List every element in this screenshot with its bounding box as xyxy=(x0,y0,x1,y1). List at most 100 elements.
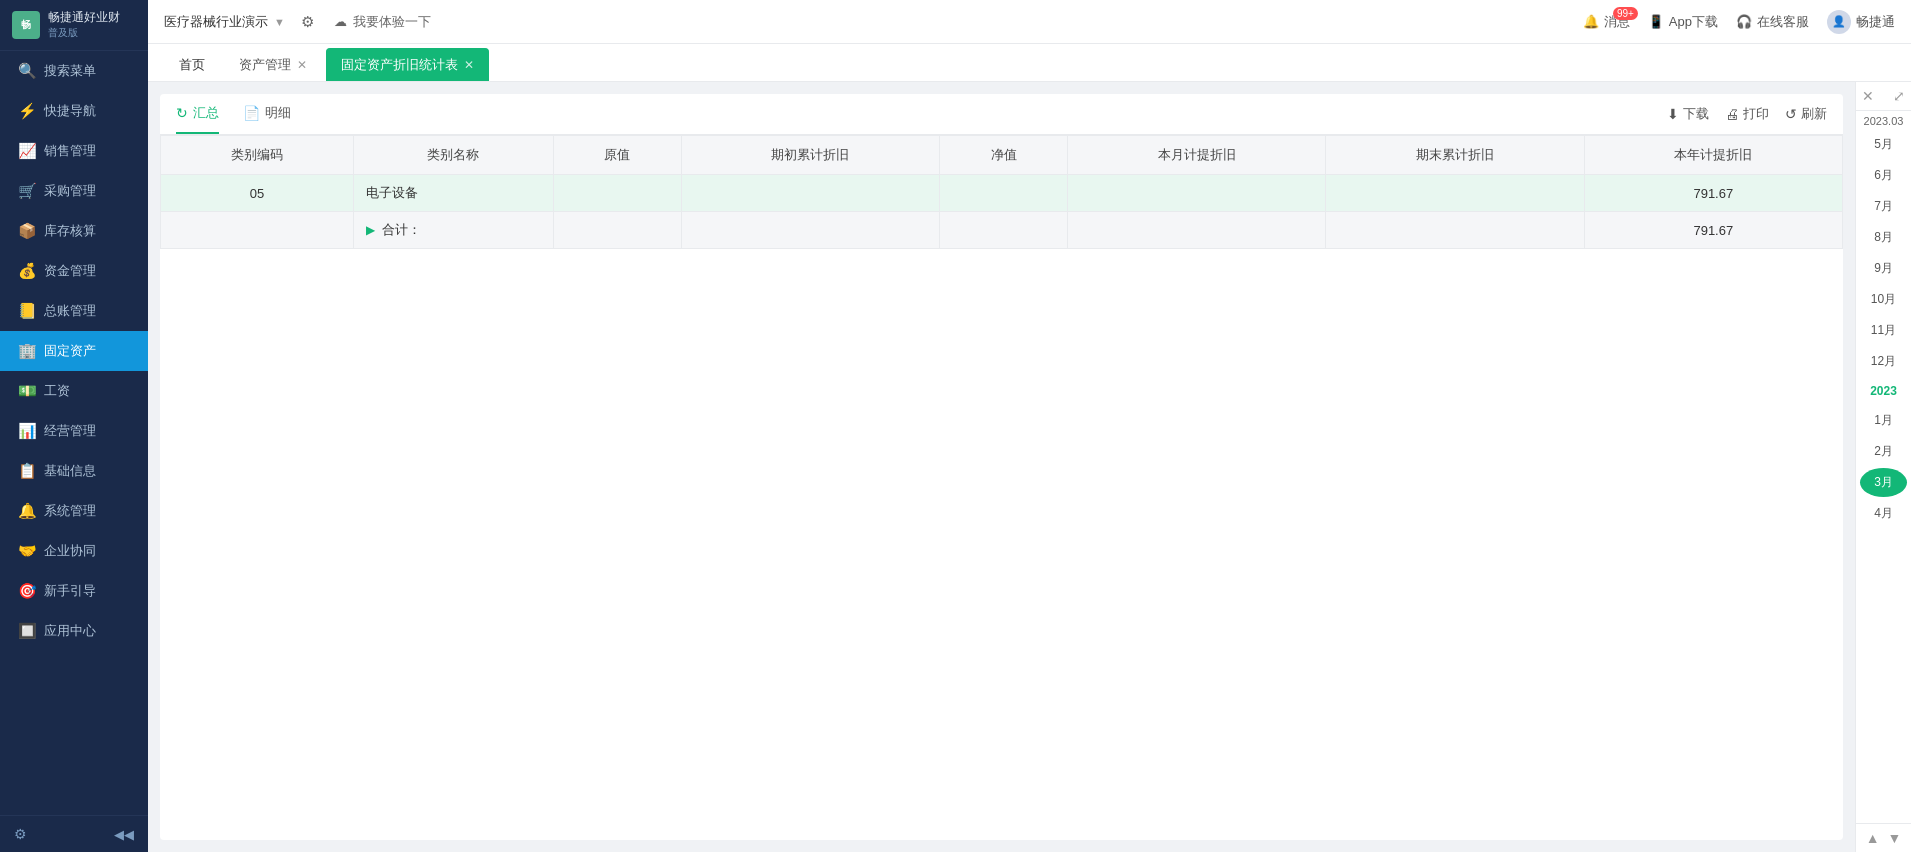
cell-original-value xyxy=(553,175,681,212)
experience-button[interactable]: ☁ 我要体验一下 xyxy=(334,13,431,31)
date-panel-close-icon[interactable]: ✕ xyxy=(1862,88,1874,104)
date-month[interactable]: 7月 xyxy=(1860,192,1907,221)
date-nav-up-icon[interactable]: ▲ xyxy=(1866,830,1880,846)
date-month[interactable]: 10月 xyxy=(1860,285,1907,314)
company-selector[interactable]: 医疗器械行业演示 ▼ xyxy=(164,13,285,31)
sidebar-item-purchase[interactable]: 🛒 采购管理 xyxy=(0,171,148,211)
notifications-action[interactable]: 🔔 消息 99+ xyxy=(1583,13,1630,31)
col-code: 类别编码 xyxy=(161,136,354,175)
header-settings-icon[interactable]: ⚙ xyxy=(301,13,314,31)
inventory-icon: 📦 xyxy=(18,222,36,240)
headset-icon: 🎧 xyxy=(1736,14,1752,29)
table-header-row: 类别编码 类别名称 原值 期初累计折旧 净值 本月计提折旧 期末累计折旧 本年计… xyxy=(161,136,1843,175)
sidebar-item-label: 企业协同 xyxy=(44,542,96,560)
date-month[interactable]: 1月 xyxy=(1860,406,1907,435)
purchase-icon: 🛒 xyxy=(18,182,36,200)
online-support-action[interactable]: 🎧 在线客服 xyxy=(1736,13,1809,31)
sidebar-item-payroll[interactable]: 💵工资 xyxy=(0,371,148,411)
date-panel-expand-icon[interactable]: ⤢ xyxy=(1893,88,1905,104)
tab-depreciation[interactable]: 固定资产折旧统计表 ✕ xyxy=(326,48,489,81)
date-month[interactable]: 12月 xyxy=(1860,347,1907,376)
sidebar-item-label: 经营管理 xyxy=(44,422,96,440)
cell-initial-accumulated xyxy=(681,175,939,212)
sidebar-item-search[interactable]: 🔍搜索菜单 xyxy=(0,51,148,91)
tab-depreciation-close[interactable]: ✕ xyxy=(464,58,474,72)
sidebar-item-label: 固定资产 xyxy=(44,342,96,360)
sidebar-item-label: 总账管理 xyxy=(44,302,96,320)
date-nav-down-icon[interactable]: ▼ xyxy=(1888,830,1902,846)
avatar: 👤 xyxy=(1827,10,1851,34)
summary-icon: ↻ xyxy=(176,105,188,121)
top-header: 医疗器械行业演示 ▼ ⚙ ☁ 我要体验一下 🔔 消息 99+ 📱 App下载 🎧… xyxy=(148,0,1911,44)
sidebar-item-system[interactable]: 🔔 系统管理 xyxy=(0,491,148,531)
sub-tab-bar: ↻ 汇总 📄 明细 ⬇ 下载 🖨 打印 xyxy=(160,94,1843,135)
sidebar-item-label: 销售管理 xyxy=(44,142,96,160)
table-row: 05 电子设备 791.67 xyxy=(161,175,1843,212)
search-icon: 🔍 xyxy=(18,62,36,80)
date-year-above: 2023.03 xyxy=(1856,111,1911,129)
collapse-icon[interactable]: ◀◀ xyxy=(114,827,134,842)
sidebar-item-quick-nav[interactable]: ⚡ 快捷导航 xyxy=(0,91,148,131)
sidebar-item-inventory[interactable]: 📦库存核算 xyxy=(0,211,148,251)
basic-info-icon: 📋 xyxy=(18,462,36,480)
sidebar-bottom: ⚙ ◀◀ xyxy=(0,815,148,852)
download-button[interactable]: ⬇ 下载 xyxy=(1667,105,1709,123)
sidebar-item-sales[interactable]: 📈 销售管理 xyxy=(0,131,148,171)
date-month[interactable]: 4月 xyxy=(1860,499,1907,528)
sub-tab-summary[interactable]: ↻ 汇总 xyxy=(176,104,219,134)
sidebar-item-app-center[interactable]: 🔲 应用中心 xyxy=(0,611,148,651)
sidebar-item-basic-info[interactable]: 📋基础信息 xyxy=(0,451,148,491)
sidebar-item-label: 新手引导 xyxy=(44,582,96,600)
date-month[interactable]: 5月 xyxy=(1860,130,1907,159)
sidebar-item-label: 应用中心 xyxy=(44,622,96,640)
sidebar-item-label: 快捷导航 xyxy=(44,102,96,120)
table-total-row: ▶ 合计： 791.67 xyxy=(161,212,1843,249)
date-month[interactable]: 3月 xyxy=(1860,468,1907,497)
date-month[interactable]: 6月 xyxy=(1860,161,1907,190)
sidebar-logo: 畅 畅捷通好业财 普及版 xyxy=(0,0,148,51)
app-download-action[interactable]: 📱 App下载 xyxy=(1648,13,1718,31)
sidebar-item-funds[interactable]: 💰资金管理 xyxy=(0,251,148,291)
date-month[interactable]: 9月 xyxy=(1860,254,1907,283)
sidebar-item-fixed-assets[interactable]: 🏢 固定资产 xyxy=(0,331,148,371)
depreciation-table: 类别编码 类别名称 原值 期初累计折旧 净值 本月计提折旧 期末累计折旧 本年计… xyxy=(160,135,1843,249)
date-year-marker: 2023 xyxy=(1860,378,1907,404)
app-center-icon: 🔲 xyxy=(18,622,36,640)
sidebar-item-label: 采购管理 xyxy=(44,182,96,200)
sidebar-item-guide[interactable]: 🎯新手引导 xyxy=(0,571,148,611)
print-button[interactable]: 🖨 打印 xyxy=(1725,105,1769,123)
sidebar-item-label: 资金管理 xyxy=(44,262,96,280)
quick-nav-icon: ⚡ xyxy=(18,102,36,120)
sidebar-item-collaboration[interactable]: 🤝企业协同 xyxy=(0,531,148,571)
user-action[interactable]: 👤 畅捷通 xyxy=(1827,10,1895,34)
download-icon: ⬇ xyxy=(1667,106,1679,122)
system-icon: 🔔 xyxy=(18,502,36,520)
col-original-value: 原值 xyxy=(553,136,681,175)
date-month[interactable]: 11月 xyxy=(1860,316,1907,345)
toolbar: ⬇ 下载 🖨 打印 ↺ 刷新 xyxy=(1667,105,1827,133)
date-panel-header: ✕ ⤢ xyxy=(1856,82,1911,111)
app-logo-text: 畅捷通好业财 普及版 xyxy=(48,10,120,40)
sales-icon: 📈 xyxy=(18,142,36,160)
sidebar-nav: 🔍搜索菜单 ⚡ 快捷导航 📈 销售管理 🛒 采购管理 📦库存核算💰资金管理📒总账管理 🏢 固定资产… xyxy=(0,51,148,815)
date-month[interactable]: 2月 xyxy=(1860,437,1907,466)
app-logo-icon: 畅 xyxy=(12,11,40,39)
tab-home[interactable]: 首页 xyxy=(164,48,220,81)
total-label-cell xyxy=(161,212,354,249)
sidebar-item-ledger[interactable]: 📒总账管理 xyxy=(0,291,148,331)
date-month[interactable]: 8月 xyxy=(1860,223,1907,252)
col-monthly-depreciation: 本月计提折旧 xyxy=(1067,136,1325,175)
date-panel-scroll: 2023.035月6月7月8月9月10月11月12月20231月2月3月4月 xyxy=(1856,111,1911,823)
refresh-button[interactable]: ↺ 刷新 xyxy=(1785,105,1827,123)
sub-tab-detail[interactable]: 📄 明细 xyxy=(243,104,291,134)
fixed-assets-icon: 🏢 xyxy=(18,342,36,360)
date-panel: ✕ ⤢ 2023.035月6月7月8月9月10月11月12月20231月2月3月… xyxy=(1855,82,1911,852)
sidebar: 畅 畅捷通好业财 普及版 🔍搜索菜单 ⚡ 快捷导航 📈 销售管理 🛒 采购管理 📦库存核算💰资… xyxy=(0,0,148,852)
sidebar-item-operations[interactable]: 📊经营管理 xyxy=(0,411,148,451)
total-initial-accumulated xyxy=(681,212,939,249)
refresh-icon: ↺ xyxy=(1785,106,1797,122)
settings-icon[interactable]: ⚙ xyxy=(14,826,27,842)
sidebar-item-label: 系统管理 xyxy=(44,502,96,520)
tab-asset-mgmt-close[interactable]: ✕ xyxy=(297,58,307,72)
tab-asset-mgmt[interactable]: 资产管理 ✕ xyxy=(224,48,322,81)
